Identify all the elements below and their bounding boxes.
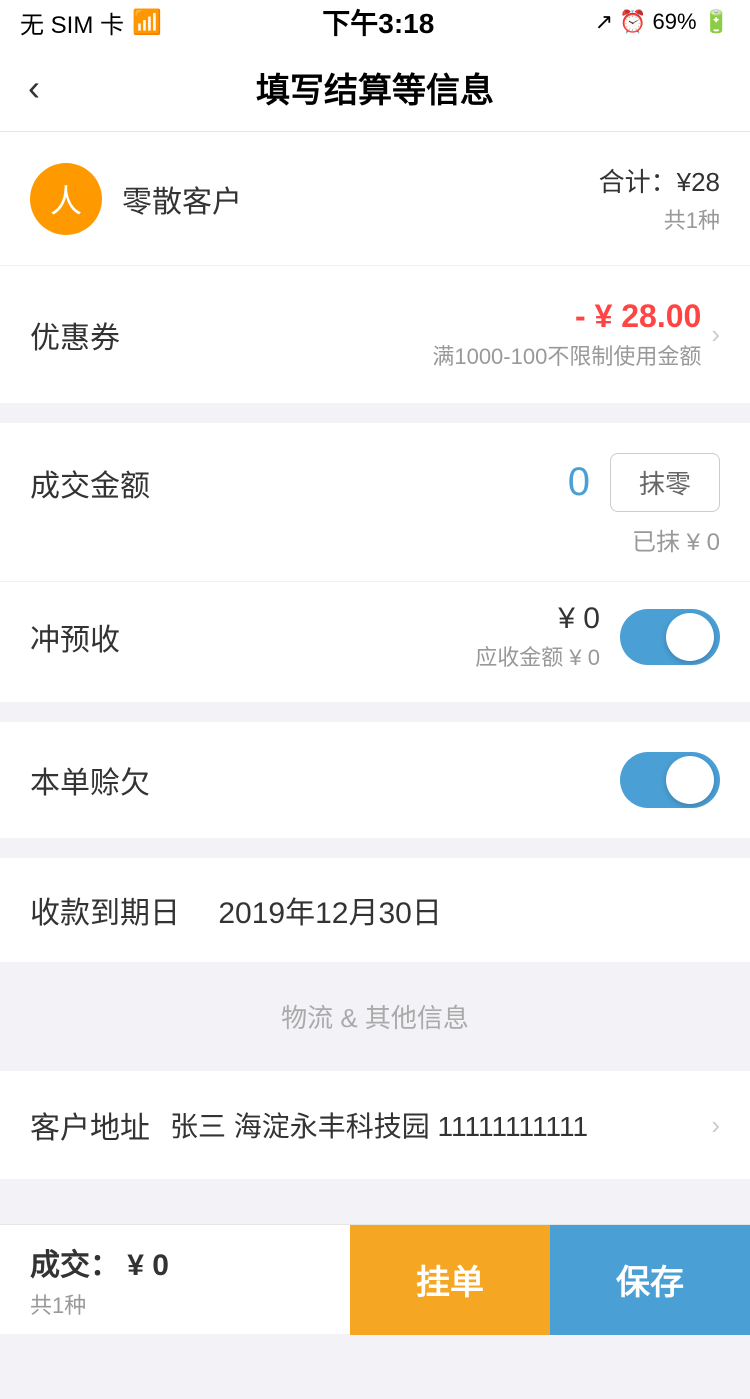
address-label: 客户地址 <box>30 1103 150 1147</box>
avatar-icon: 人 <box>50 176 82 222</box>
coupon-value: - ¥ 28.00 满1000-100不限制使用金额 <box>432 298 701 371</box>
alarm-icon: ⏰ <box>619 9 646 35</box>
coupon-chevron-icon: › <box>711 319 720 350</box>
customer-name: 零散客户 <box>122 177 242 221</box>
status-time: 下午3:18 <box>322 2 434 42</box>
bottom-deal-label: 成交： ¥ 0 <box>30 1240 320 1284</box>
due-date-row: 收款到期日 2019年12月30日 <box>0 858 750 962</box>
back-button[interactable]: ‹ <box>28 67 40 109</box>
advance-row: 冲预收 ¥ 0 应收金额 ¥ 0 <box>0 581 750 702</box>
deal-row: 成交金额 0 抹零 <box>0 423 750 522</box>
coupon-right: - ¥ 28.00 满1000-100不限制使用金额 › <box>432 298 720 371</box>
advance-value-group: ¥ 0 应收金额 ¥ 0 <box>475 602 600 672</box>
address-row[interactable]: 客户地址 张三 海淀永丰科技园 11111111111 › <box>0 1071 750 1179</box>
due-date-label: 收款到期日 <box>30 897 180 930</box>
coupon-amount: - ¥ 28.00 <box>432 298 701 335</box>
status-left: 无 SIM 卡 📶 <box>20 5 162 40</box>
total-sub: 共1种 <box>599 203 720 235</box>
customer-left: 人 零散客户 <box>30 163 242 235</box>
advance-toggle[interactable] <box>620 609 720 665</box>
hang-order-button[interactable]: 挂单 <box>350 1225 550 1335</box>
deal-value: 0 <box>568 460 590 505</box>
location-icon: ↗ <box>595 9 613 35</box>
battery-icon: 🔋 <box>703 9 730 35</box>
sim-label: 无 SIM 卡 <box>20 5 124 40</box>
avatar: 人 <box>30 163 102 235</box>
address-value: 张三 海淀永丰科技园 11111111111 <box>170 1105 711 1145</box>
debt-toggle[interactable] <box>620 752 720 808</box>
customer-row: 人 零散客户 合计：¥28 共1种 <box>0 132 750 265</box>
debt-toggle-thumb <box>666 756 714 804</box>
customer-section: 人 零散客户 合计：¥28 共1种 优惠券 - ¥ 28.00 满1000-10… <box>0 132 750 403</box>
battery-label: 69% <box>653 9 697 35</box>
bottom-deal-prefix: 成交： <box>30 1249 120 1282</box>
deal-right: 0 抹零 <box>568 453 720 512</box>
toggle-thumb <box>666 613 714 661</box>
debt-label: 本单赊欠 <box>30 758 150 802</box>
logistics-divider-bottom <box>0 1051 750 1071</box>
deal-section: 成交金额 0 抹零 已抹 ¥ 0 冲预收 ¥ 0 应收金额 ¥ 0 <box>0 423 750 702</box>
page-title: 填写结算等信息 <box>256 63 494 112</box>
coupon-desc: 满1000-100不限制使用金额 <box>432 339 701 371</box>
advance-value: ¥ 0 <box>475 602 600 636</box>
status-right: ↗ ⏰ 69% 🔋 <box>595 9 730 35</box>
debt-section: 本单赊欠 <box>0 722 750 838</box>
bottom-count: 共1种 <box>30 1288 320 1320</box>
total-label: 合计：¥28 <box>599 162 720 199</box>
logistics-header: 物流 & 其他信息 <box>0 982 750 1051</box>
logistics-label: 物流 & 其他信息 <box>281 1003 469 1033</box>
deal-sub: 已抹 ¥ 0 <box>0 522 750 581</box>
coupon-label: 优惠券 <box>30 313 120 357</box>
coupon-row[interactable]: 优惠券 - ¥ 28.00 满1000-100不限制使用金额 › <box>0 265 750 403</box>
wifi-icon: 📶 <box>132 8 162 37</box>
nav-bar: ‹ 填写结算等信息 <box>0 44 750 132</box>
status-bar: 无 SIM 卡 📶 下午3:18 ↗ ⏰ 69% 🔋 <box>0 0 750 44</box>
customer-total: 合计：¥28 共1种 <box>599 162 720 235</box>
logistics-divider <box>0 962 750 982</box>
due-date-value: 2019年12月30日 <box>218 897 441 930</box>
advance-right: ¥ 0 应收金额 ¥ 0 <box>475 602 720 672</box>
deal-label: 成交金额 <box>30 461 150 505</box>
advance-label: 冲预收 <box>30 615 120 659</box>
bottom-deal-value: ¥ 0 <box>127 1249 169 1282</box>
round-zero-button[interactable]: 抹零 <box>610 453 720 512</box>
address-chevron-icon: › <box>711 1110 720 1141</box>
bottom-info: 成交： ¥ 0 共1种 <box>0 1240 350 1320</box>
save-button[interactable]: 保存 <box>550 1225 750 1335</box>
bottom-bar: 成交： ¥ 0 共1种 挂单 保存 <box>0 1224 750 1334</box>
advance-sub: 应收金额 ¥ 0 <box>475 640 600 672</box>
